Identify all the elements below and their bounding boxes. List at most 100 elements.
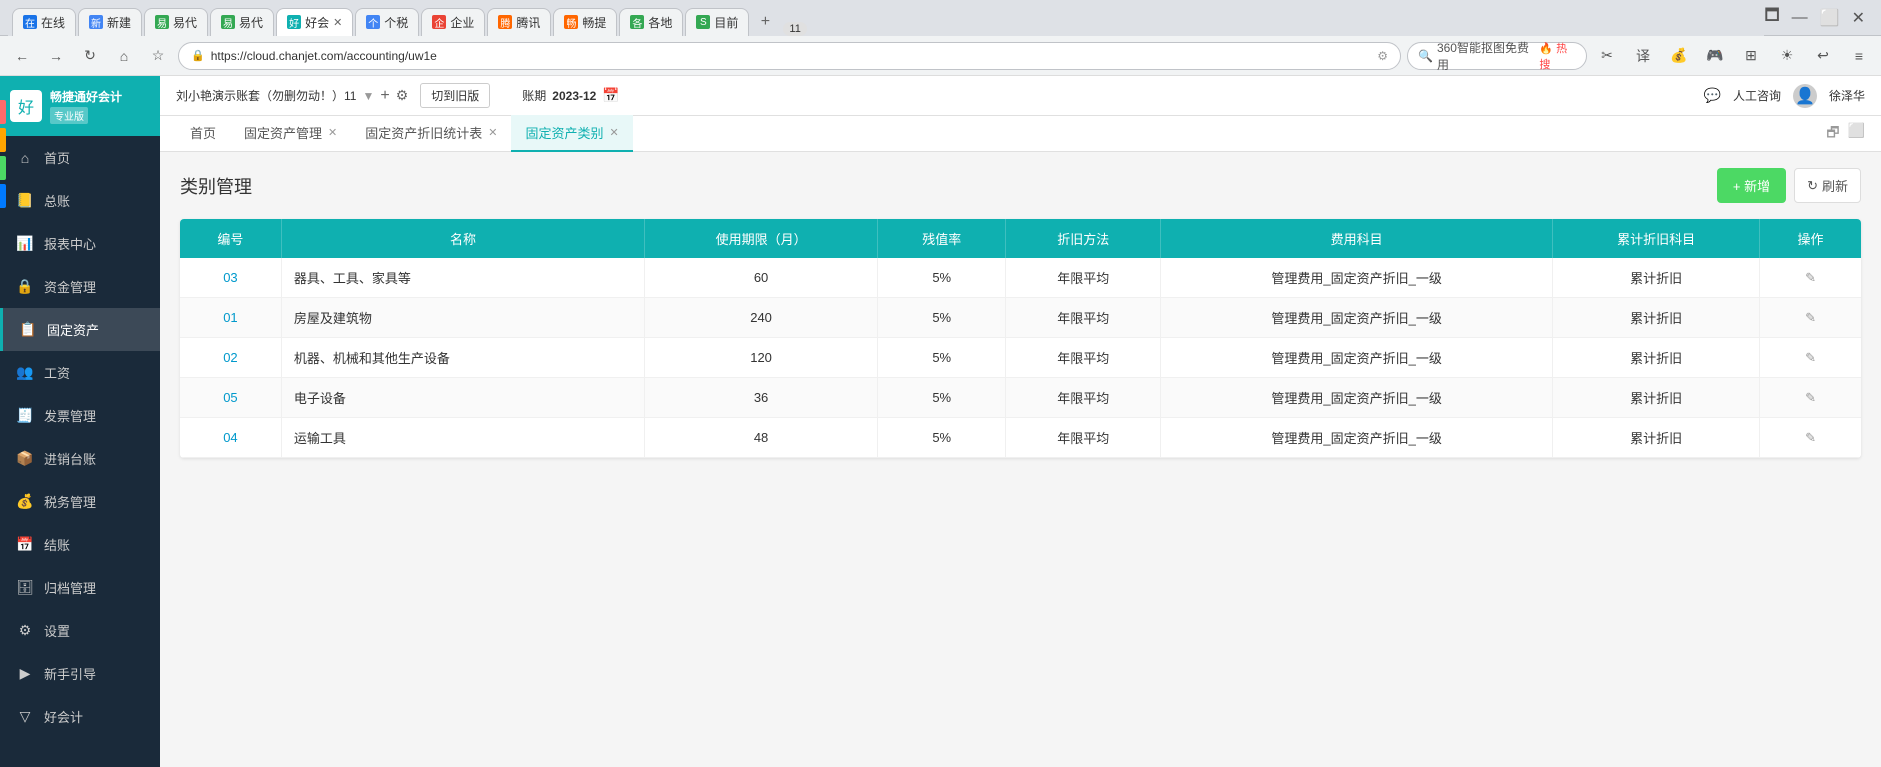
browser-tab-1[interactable]: 在 在线 [12,8,76,36]
browser-tab-6[interactable]: 个 个税 [355,8,419,36]
sidebar-item-more[interactable]: ▽ 好会计 [0,695,160,738]
browser-tab-2[interactable]: 新 新建 [78,8,142,36]
cell-accumulated-r5: 累计折旧 [1553,418,1760,458]
browser-tab-5[interactable]: 好 好会 ✕ [276,8,353,36]
indicator-4 [0,184,6,208]
sidebar-logo: 好 畅捷通好会计 专业版 [0,76,160,136]
edit-button-r3[interactable]: ✎ [1805,350,1816,365]
sidebar-item-funds[interactable]: 🔒 资金管理 [0,265,160,308]
browser-tab-10[interactable]: 各 各地 [619,8,683,36]
browser-tab-4[interactable]: 易 易代 [210,8,274,36]
cell-edit-r5[interactable]: ✎ [1760,418,1861,458]
header-period-value: 2023-12 [552,89,596,103]
collapse-icon[interactable]: 🗗 [1826,122,1839,146]
header-add-account-btn[interactable]: + [380,87,389,105]
wallet-icon[interactable]: 💰 [1665,42,1693,70]
sidebar-item-guide-label: 新手引导 [44,664,96,683]
bookmark-star-button[interactable]: ☆ [144,42,172,70]
cell-code-r2: 01 [180,298,281,338]
tab-5-close[interactable]: ✕ [333,16,342,29]
tab-2-label: 新建 [107,14,131,31]
content-tab-fixed-asset-mgmt[interactable]: 固定资产管理 ✕ [230,115,351,152]
site-settings-icon[interactable]: ⚙ [1377,49,1388,63]
sidebar-item-payroll[interactable]: 👥 工资 [0,351,160,394]
restore-down-btn[interactable]: 🗖 [1764,4,1779,31]
refresh-nav-button[interactable]: ↻ [76,42,104,70]
cell-accumulated-r2: 累计折旧 [1553,298,1760,338]
grid-icon[interactable]: ⊞ [1737,42,1765,70]
browser-search-box[interactable]: 🔍 360智能抠图免费用 🔥 热搜 [1407,42,1587,70]
browser-tab-9[interactable]: 畅 畅提 [553,8,617,36]
header-settings-btn[interactable]: ⚙ [396,87,409,104]
back-button[interactable]: ← [8,42,36,70]
edit-button-r2[interactable]: ✎ [1805,310,1816,325]
col-header-code: 编号 [180,219,281,258]
content-tab-depreciation-stats-close[interactable]: ✕ [488,126,497,139]
content-tab-depreciation-stats[interactable]: 固定资产折旧统计表 ✕ [351,115,511,152]
cell-edit-r3[interactable]: ✎ [1760,338,1861,378]
edit-button-r1[interactable]: ✎ [1805,270,1816,285]
sidebar-item-invoice[interactable]: 🧾 发票管理 [0,394,160,437]
tab-8-icon: 腾 [498,15,512,29]
sidebar-item-period-end-label: 结账 [44,535,70,554]
game-icon[interactable]: 🎮 [1701,42,1729,70]
minimize-btn[interactable]: — [1792,9,1808,27]
header-calendar-icon[interactable]: 📅 [602,87,619,104]
add-category-button[interactable]: + 新增 [1717,168,1786,203]
edit-button-r5[interactable]: ✎ [1805,430,1816,445]
forward-button[interactable]: → [42,42,70,70]
cell-method-r4: 年限平均 [1006,378,1161,418]
browser-tab-11[interactable]: S 目前 [685,8,749,36]
home-nav-button[interactable]: ⌂ [110,42,138,70]
header-user-dropdown-icon[interactable]: ▼ [362,89,374,103]
cell-code-r5: 04 [180,418,281,458]
sidebar-item-more-label: 好会计 [44,707,83,726]
edit-button-r4[interactable]: ✎ [1805,390,1816,405]
cell-period-r4: 36 [645,378,878,418]
undo-icon[interactable]: ↩ [1809,42,1837,70]
refresh-button[interactable]: ↻ 刷新 [1794,168,1861,203]
ledger-icon: 📒 [16,192,34,210]
sidebar-item-tax[interactable]: 💰 税务管理 [0,480,160,523]
cell-edit-r2[interactable]: ✎ [1760,298,1861,338]
sidebar-item-archive[interactable]: 🗄 归档管理 [0,566,160,609]
brightness-icon[interactable]: ☀ [1773,42,1801,70]
sidebar-item-reports[interactable]: 📊 报表中心 [0,222,160,265]
new-tab-button[interactable]: + [751,8,779,36]
close-window-btn[interactable]: ✕ [1852,8,1865,28]
address-bar[interactable]: 🔒 https://cloud.chanjet.com/accounting/u… [178,42,1401,70]
sidebar-item-ledger[interactable]: 📒 总账 [0,179,160,222]
sidebar-item-guide[interactable]: ▶ 新手引导 [0,652,160,695]
browser-tab-7[interactable]: 企 企业 [421,8,485,36]
sidebar-item-fixed-assets[interactable]: 📋 固定资产 [0,308,160,351]
content-tab-asset-category[interactable]: 固定资产类别 ✕ [511,115,632,152]
sidebar-item-inventory[interactable]: 📦 进销台账 [0,437,160,480]
content-tab-home[interactable]: 首页 [176,115,230,152]
translate-icon[interactable]: 译 [1629,42,1657,70]
more-icon: ▽ [16,708,34,726]
page-actions: + 新增 ↻ 刷新 [1717,168,1861,203]
content-tab-fixed-asset-mgmt-close[interactable]: ✕ [328,126,337,139]
content-tab-home-label: 首页 [190,123,216,142]
header-service-label[interactable]: 人工咨询 [1733,87,1781,104]
switch-version-button[interactable]: 切到旧版 [420,83,490,108]
browser-tab-8[interactable]: 腾 腾讯 [487,8,551,36]
app-header: 刘小艳演示账套（勿删勿动！）11 ▼ + ⚙ 切到旧版 账期 2023-12 📅… [160,76,1881,116]
expand-icon[interactable]: ⬜ [1848,122,1865,146]
cell-period-r2: 240 [645,298,878,338]
side-indicators [0,100,6,208]
user-avatar: 👤 [1793,84,1817,108]
category-table: 编号 名称 使用期限（月） 残值率 折旧方法 费用科目 累计折旧科目 操作 0 [180,219,1861,458]
sidebar-item-settings[interactable]: ⚙ 设置 [0,609,160,652]
cell-edit-r4[interactable]: ✎ [1760,378,1861,418]
cell-edit-r1[interactable]: ✎ [1760,258,1861,298]
browser-menu-icon[interactable]: ≡ [1845,42,1873,70]
cell-name-r2: 房屋及建筑物 [281,298,644,338]
sidebar-item-home[interactable]: ⌂ 首页 [0,136,160,179]
scissors-icon[interactable]: ✂ [1593,42,1621,70]
content-tab-asset-category-close[interactable]: ✕ [610,126,619,139]
browser-tab-3[interactable]: 易 易代 [144,8,208,36]
sidebar-item-ledger-label: 总账 [44,191,70,210]
maximize-btn[interactable]: ⬜ [1820,8,1840,28]
sidebar-item-period-end[interactable]: 📅 结账 [0,523,160,566]
